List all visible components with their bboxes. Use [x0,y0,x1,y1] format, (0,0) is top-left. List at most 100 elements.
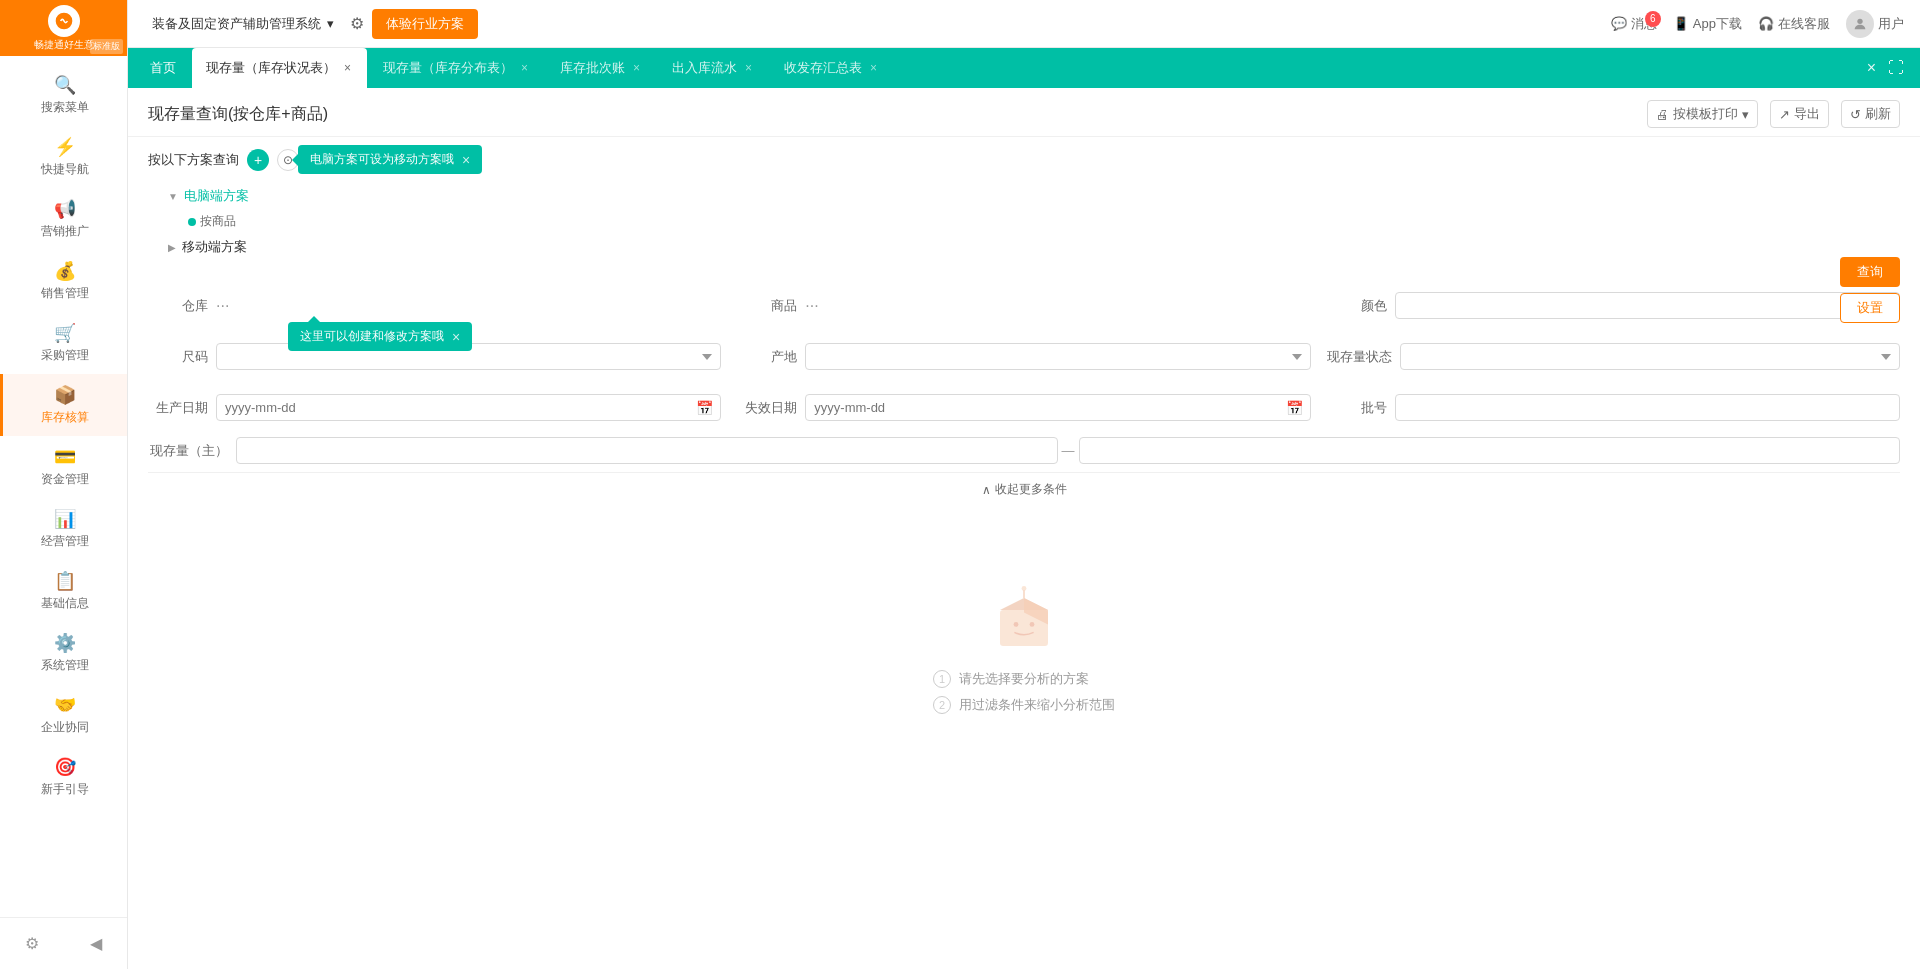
tab-fullscreen-btn[interactable]: ⛶ [1884,55,1908,81]
stock-status-label: 现存量状态 [1327,348,1392,366]
tab-home[interactable]: 首页 [136,48,190,88]
scheme-tree: ▼ 电脑端方案 按商品 ▶ 移动端方案 [148,183,1900,268]
prod-date-input[interactable] [216,394,721,421]
tab-bar-end: × ⛶ [1863,48,1912,88]
scheme-mobile-item[interactable]: ▶ 移动端方案 [148,234,1900,260]
chevron-down-icon: ▾ [1742,107,1749,122]
management-icon: 📊 [54,508,76,530]
industry-btn[interactable]: 体验行业方案 [372,9,478,39]
arrow-right-icon: ▶ [168,242,176,253]
active-dot-icon [188,218,196,226]
collapse-row: ∧ 收起更多条件 [148,472,1900,506]
tooltip-2-close[interactable]: × [452,329,460,345]
page-header: 现存量查询(按仓库+商品) 🖨 按模板打印 ▾ ↗ 导出 ↺ 刷新 [128,88,1920,137]
tab-close-icon[interactable]: × [342,59,353,77]
tip-text-1: 请先选择要分析的方案 [959,670,1089,688]
collapse-sidebar-btn[interactable]: ◀ [86,930,106,957]
expire-date-input[interactable] [805,394,1310,421]
tooltip-2-text: 这里可以创建和修改方案哦 [300,328,444,345]
origin-select[interactable] [805,343,1310,370]
stock-status-select[interactable] [1400,343,1900,370]
search-icon: 🔍 [54,74,76,96]
add-scheme-btn[interactable]: + [247,149,269,171]
system-name: 装备及固定资产辅助管理系统 [152,15,321,33]
user-menu[interactable]: 用户 [1846,10,1904,38]
settings-bottom-btn[interactable]: ⚙ [21,930,43,957]
empty-state: 1 请先选择要分析的方案 2 用过滤条件来缩小分析范围 [128,518,1920,754]
size-label: 尺码 [148,348,208,366]
stock-max-input[interactable] [1079,437,1901,464]
refresh-icon: ↺ [1850,107,1861,122]
sidebar-item-sales[interactable]: 💰 销售管理 [0,250,127,312]
origin-label: 产地 [737,348,797,366]
warehouse-dots[interactable]: ··· [216,297,229,315]
set-btn[interactable]: 设置 [1840,293,1900,323]
batch-input[interactable] [1395,394,1900,421]
goods-dots[interactable]: ··· [805,297,818,315]
tab-batch[interactable]: 库存批次账 × [546,48,656,88]
system-selector[interactable]: 装备及固定资产辅助管理系统 ▾ [144,11,342,37]
empty-illustration [984,578,1064,658]
stock-range: — [236,437,1900,464]
search-btn[interactable]: 查询 [1840,257,1900,287]
range-sep: — [1062,443,1075,458]
warehouse-label: 仓库 [148,297,208,315]
messages-btn[interactable]: 💬 消息 6 [1611,15,1657,33]
color-select[interactable] [1395,292,1900,319]
sidebar-item-basic[interactable]: 📋 基础信息 [0,560,127,622]
tab-close-icon[interactable]: × [631,59,642,77]
page-title: 现存量查询(按仓库+商品) [148,104,328,125]
gear-icon[interactable]: ⚙ [350,14,364,33]
sidebar-item-guide[interactable]: 🎯 新手引导 [0,746,127,808]
collab-icon: 🤝 [54,694,76,716]
chevron-down-icon: ▾ [327,16,334,31]
sidebar-item-management[interactable]: 📊 经营管理 [0,498,127,560]
sidebar-item-inventory[interactable]: 📦 库存核算 [0,374,127,436]
tab-close-icon[interactable]: × [743,59,754,77]
sidebar-item-marketing[interactable]: 📢 营销推广 [0,188,127,250]
app-download-btn[interactable]: 📱 App下载 [1673,15,1742,33]
sidebar-item-purchase[interactable]: 🛒 采购管理 [0,312,127,374]
basic-icon: 📋 [54,570,76,592]
tab-inventory-dist[interactable]: 现存量（库存分布表） × [369,48,544,88]
scheme-sub-1[interactable]: 按商品 [148,209,1900,234]
tab-close-icon[interactable]: × [519,59,530,77]
filter-warehouse: 仓库 ··· [148,292,721,319]
tip-num-1: 1 [933,670,951,688]
filter-section: 电脑方案可设为移动方案哦 × 按以下方案查询 + ⊙ « ▼ 电脑端方案 [128,137,1920,518]
scheme-tooltip-2: 这里可以创建和修改方案哦 × [288,322,472,351]
tab-close-icon[interactable]: × [868,59,879,77]
sidebar-item-search[interactable]: 🔍 搜索菜单 [0,64,127,126]
svg-point-1 [1857,18,1862,23]
scheme-desktop-item[interactable]: ▼ 电脑端方案 [148,183,1900,209]
system-icon: ⚙️ [54,632,76,654]
tooltip-1-close[interactable]: × [462,152,470,168]
sidebar-item-collab[interactable]: 🤝 企业协同 [0,684,127,746]
tooltip-1-text: 电脑方案可设为移动方案哦 [310,151,454,168]
tab-inventory-status[interactable]: 现存量（库存状况表） × [192,48,367,88]
batch-label: 批号 [1327,399,1387,417]
collapse-btn[interactable]: ∧ 收起更多条件 [982,481,1067,498]
tab-close-all-btn[interactable]: × [1863,55,1880,81]
filter-goods: 商品 ··· [737,292,1310,319]
export-icon: ↗ [1779,107,1790,122]
export-btn[interactable]: ↗ 导出 [1770,100,1829,128]
filter-prod-date: 生产日期 📅 [148,394,721,421]
app-logo: 畅捷通好生意 标准版 [0,0,127,56]
refresh-btn[interactable]: ↺ 刷新 [1841,100,1900,128]
print-btn[interactable]: 🖨 按模板打印 ▾ [1647,100,1758,128]
color-label: 颜色 [1327,297,1387,315]
tab-summary[interactable]: 收发存汇总表 × [770,48,893,88]
sidebar-item-system[interactable]: ⚙️ 系统管理 [0,622,127,684]
sidebar-item-quicknav[interactable]: ⚡ 快捷导航 [0,126,127,188]
stock-min-input[interactable] [236,437,1058,464]
expire-date-input-wrap: 📅 [805,394,1310,421]
avatar [1846,10,1874,38]
chevron-up-icon: ∧ [982,483,991,497]
empty-tip-2: 2 用过滤条件来缩小分析范围 [933,696,1115,714]
sidebar-item-finance[interactable]: 💳 资金管理 [0,436,127,498]
online-service-btn[interactable]: 🎧 在线客服 [1758,15,1830,33]
filter-stock-row: 现存量（主） — [148,437,1900,468]
tab-flow[interactable]: 出入库流水 × [658,48,768,88]
guide-icon: 🎯 [54,756,76,778]
